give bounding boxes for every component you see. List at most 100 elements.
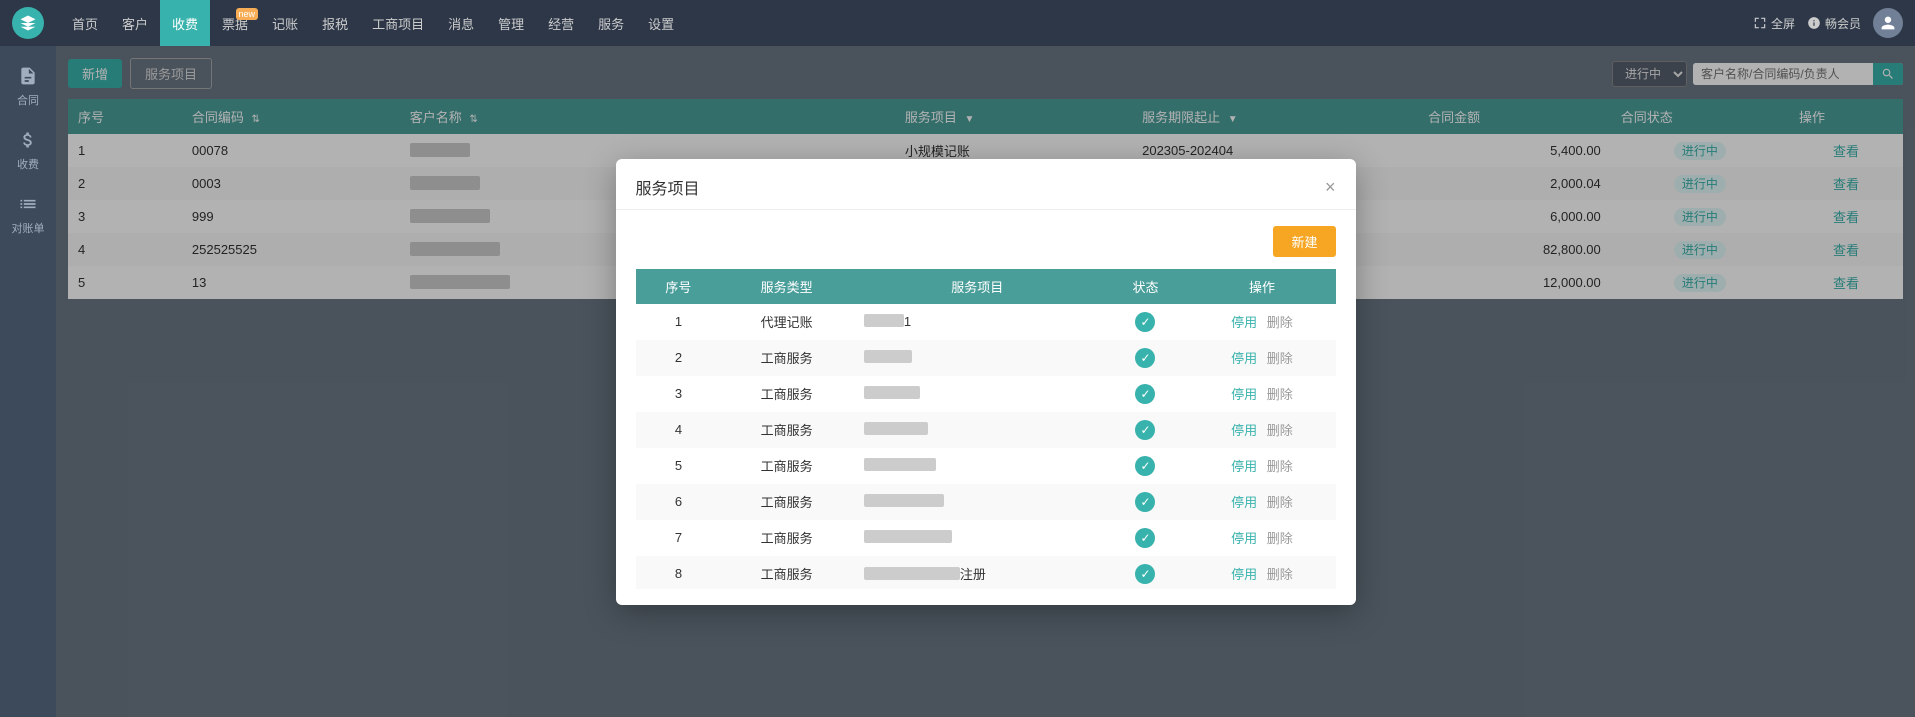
- delete-btn[interactable]: 删除: [1267, 351, 1293, 366]
- stop-btn[interactable]: 停用: [1231, 387, 1257, 402]
- modal-cell-type: 工商服务: [721, 484, 852, 520]
- modal-toolbar: 新建: [636, 226, 1336, 257]
- list-item: 6 工商服务 ✓ 停用 删除: [636, 484, 1336, 520]
- modal-cell-type: 工商服务: [721, 376, 852, 412]
- nav-tax[interactable]: 报税: [310, 0, 360, 46]
- modal-cell-type: 工商服务: [721, 340, 852, 376]
- app-logo: [12, 7, 44, 39]
- nav-bookkeeping[interactable]: 记账: [260, 0, 310, 46]
- stop-btn[interactable]: 停用: [1231, 351, 1257, 366]
- sidebar-label-reconcile: 对账单: [12, 220, 45, 236]
- modal-cell-seq: 1: [636, 304, 722, 340]
- modal-cell-status: ✓: [1103, 484, 1189, 520]
- money-icon: [16, 128, 40, 152]
- nav-customer[interactable]: 客户: [110, 0, 160, 46]
- delete-btn[interactable]: 删除: [1267, 387, 1293, 402]
- modal-cell-status: ✓: [1103, 556, 1189, 589]
- stop-btn[interactable]: 停用: [1231, 495, 1257, 510]
- modal-cell-status: ✓: [1103, 376, 1189, 412]
- modal-cell-seq: 7: [636, 520, 722, 556]
- list-item: 2 工商服务 ✓ 停用 删除: [636, 340, 1336, 376]
- list-item: 3 工商服务 ✓ 停用 删除: [636, 376, 1336, 412]
- modal-cell-status: ✓: [1103, 412, 1189, 448]
- modal-cell-type: 工商服务: [721, 556, 852, 589]
- modal-cell-item: 注册: [852, 556, 1103, 589]
- modal-cell-seq: 2: [636, 340, 722, 376]
- delete-btn[interactable]: 删除: [1267, 315, 1293, 330]
- modal-close-btn[interactable]: ×: [1325, 178, 1336, 196]
- sidebar-item-contract[interactable]: 合同: [0, 54, 56, 118]
- delete-btn[interactable]: 删除: [1267, 459, 1293, 474]
- list-icon: [16, 192, 40, 216]
- sidebar-label-fee: 收费: [17, 156, 39, 172]
- top-nav: 首页 客户 收费 票据 new 记账 报税 工商项目 消息 管理 经营 服务 设…: [0, 0, 1915, 46]
- file-icon: [16, 64, 40, 88]
- modal-cell-seq: 8: [636, 556, 722, 589]
- modal-service-table: 序号 服务类型 服务项目 状态 操作 1 代理记账 1 ✓: [636, 269, 1336, 589]
- nav-settings[interactable]: 设置: [636, 0, 686, 46]
- modal-table-scroll[interactable]: 序号 服务类型 服务项目 状态 操作 1 代理记账 1 ✓: [636, 269, 1336, 589]
- nav-operation[interactable]: 经营: [536, 0, 586, 46]
- nav-invoice[interactable]: 票据 new: [210, 0, 260, 46]
- stop-btn[interactable]: 停用: [1231, 315, 1257, 330]
- nav-fee[interactable]: 收费: [160, 0, 210, 46]
- list-item: 1 代理记账 1 ✓ 停用 删除: [636, 304, 1336, 340]
- sidebar-label-contract: 合同: [17, 92, 39, 108]
- modal-header: 服务项目 ×: [616, 159, 1356, 210]
- fullscreen-btn[interactable]: 全屏: [1753, 15, 1795, 32]
- nav-service[interactable]: 服务: [586, 0, 636, 46]
- modal-cell-seq: 4: [636, 412, 722, 448]
- modal-cell-status: ✓: [1103, 448, 1189, 484]
- stop-btn[interactable]: 停用: [1231, 531, 1257, 546]
- sidebar-item-reconcile[interactable]: 对账单: [0, 182, 56, 246]
- modal-col-seq: 序号: [636, 269, 722, 304]
- modal-cell-actions: 停用 删除: [1188, 376, 1335, 412]
- modal-cell-actions: 停用 删除: [1188, 340, 1335, 376]
- modal-cell-type: 代理记账: [721, 304, 852, 340]
- delete-btn[interactable]: 删除: [1267, 423, 1293, 438]
- modal-backdrop: 服务项目 × 新建 序号 服务类型 服务项目: [56, 46, 1915, 717]
- nav-business[interactable]: 工商项目: [360, 0, 436, 46]
- list-item: 5 工商服务 ✓ 停用 删除: [636, 448, 1336, 484]
- modal-cell-type: 工商服务: [721, 448, 852, 484]
- member-btn[interactable]: 畅会员: [1807, 15, 1861, 32]
- sidebar-item-fee[interactable]: 收费: [0, 118, 56, 182]
- modal-cell-actions: 停用 删除: [1188, 412, 1335, 448]
- modal-cell-item: [852, 340, 1103, 376]
- modal-cell-seq: 3: [636, 376, 722, 412]
- service-modal: 服务项目 × 新建 序号 服务类型 服务项目: [616, 159, 1356, 605]
- modal-cell-type: 工商服务: [721, 520, 852, 556]
- modal-cell-type: 工商服务: [721, 412, 852, 448]
- modal-new-btn[interactable]: 新建: [1273, 226, 1335, 257]
- app-layout: 合同 收费 对账单 新增 服务项目 进行中 已结束: [0, 46, 1915, 717]
- modal-col-status: 状态: [1103, 269, 1189, 304]
- list-item: 7 工商服务 ✓ 停用 删除: [636, 520, 1336, 556]
- nav-right-actions: 全屏 畅会员: [1753, 8, 1903, 38]
- user-avatar[interactable]: [1873, 8, 1903, 38]
- nav-manage[interactable]: 管理: [486, 0, 536, 46]
- modal-cell-status: ✓: [1103, 520, 1189, 556]
- modal-cell-actions: 停用 删除: [1188, 484, 1335, 520]
- delete-btn[interactable]: 删除: [1267, 567, 1293, 582]
- modal-cell-item: [852, 376, 1103, 412]
- modal-cell-actions: 停用 删除: [1188, 520, 1335, 556]
- modal-cell-status: ✓: [1103, 304, 1189, 340]
- modal-col-item: 服务项目: [852, 269, 1103, 304]
- modal-col-type: 服务类型: [721, 269, 852, 304]
- modal-cell-item: [852, 484, 1103, 520]
- delete-btn[interactable]: 删除: [1267, 531, 1293, 546]
- stop-btn[interactable]: 停用: [1231, 459, 1257, 474]
- delete-btn[interactable]: 删除: [1267, 495, 1293, 510]
- nav-message[interactable]: 消息: [436, 0, 486, 46]
- modal-cell-seq: 6: [636, 484, 722, 520]
- modal-cell-actions: 停用 删除: [1188, 448, 1335, 484]
- stop-btn[interactable]: 停用: [1231, 423, 1257, 438]
- nav-home[interactable]: 首页: [60, 0, 110, 46]
- stop-btn[interactable]: 停用: [1231, 567, 1257, 582]
- modal-cell-item: [852, 412, 1103, 448]
- modal-title: 服务项目: [636, 175, 700, 199]
- new-badge: new: [236, 8, 259, 20]
- nav-menu: 首页 客户 收费 票据 new 记账 报税 工商项目 消息 管理 经营 服务 设…: [60, 0, 1753, 46]
- modal-cell-seq: 5: [636, 448, 722, 484]
- main-content: 新增 服务项目 进行中 已结束 全部: [56, 46, 1915, 717]
